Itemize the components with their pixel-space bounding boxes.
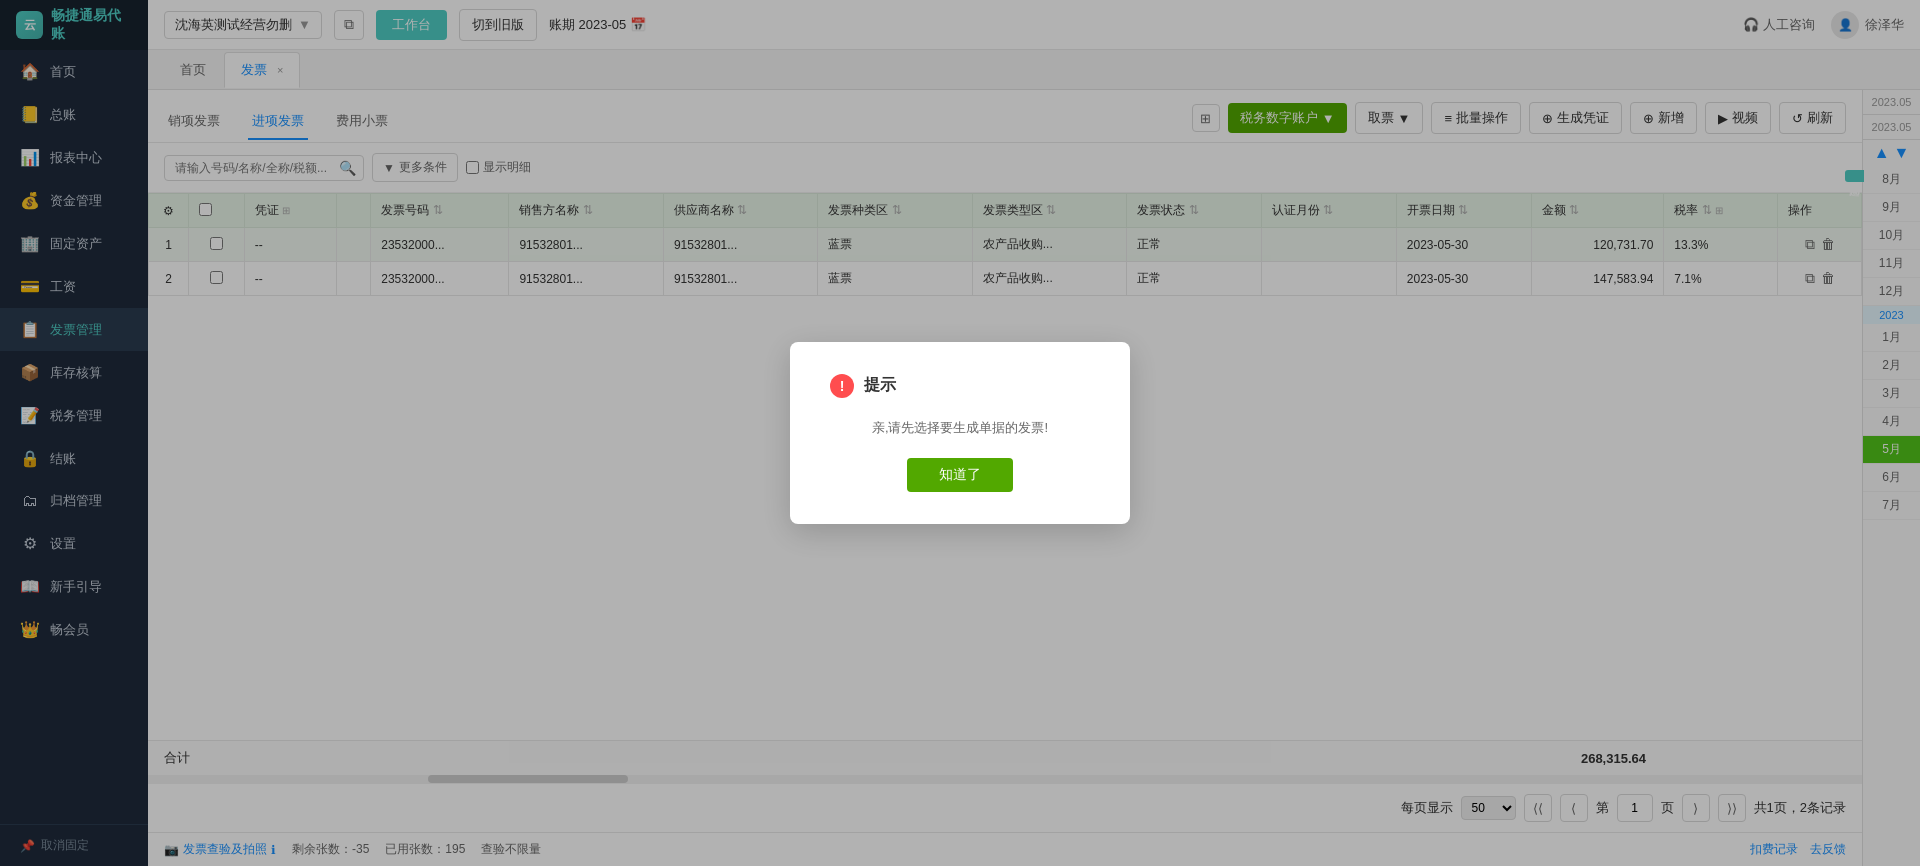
- modal-overlay[interactable]: ! 提示 亲,请先选择要生成单据的发票! 知道了: [0, 0, 1920, 866]
- warning-icon: !: [830, 374, 854, 398]
- modal-title-row: ! 提示: [830, 374, 1090, 398]
- modal-box: ! 提示 亲,请先选择要生成单据的发票! 知道了: [790, 342, 1130, 525]
- modal-ok-button[interactable]: 知道了: [907, 458, 1013, 492]
- modal-message: 亲,请先选择要生成单据的发票!: [872, 418, 1048, 439]
- modal-title: 提示: [864, 375, 896, 396]
- warning-symbol: !: [840, 378, 845, 394]
